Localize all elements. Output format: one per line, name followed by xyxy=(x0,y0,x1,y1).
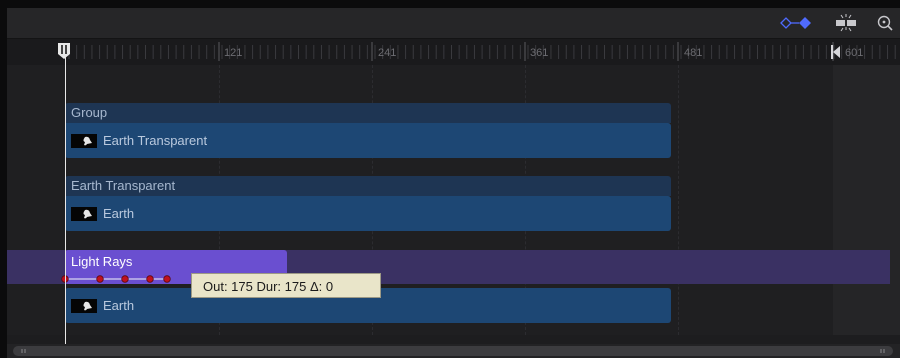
earth-transparent-clip-label: Earth Transparent xyxy=(103,133,208,148)
gridline xyxy=(678,65,679,335)
earth-transparent-track-header[interactable]: Earth Transparent xyxy=(65,176,671,196)
earth-transparent-clip[interactable]: Earth Transparent xyxy=(65,123,671,158)
trim-tooltip-text: Out: 175 Dur: 175 Δ: 0 xyxy=(203,279,334,294)
earth-clip-label: Earth xyxy=(103,298,135,313)
keyframe-marker[interactable] xyxy=(96,275,104,283)
trim-tooltip: Out: 175 Dur: 175 Δ: 0 xyxy=(191,273,381,298)
timeline-panel: 121 241 361 481 601 Group Earth Transpar… xyxy=(7,8,900,358)
earth-clip-nested[interactable]: Earth xyxy=(65,196,671,231)
keyframe-curve-icon[interactable] xyxy=(779,14,813,32)
scrollbar-thumb[interactable] xyxy=(13,346,893,356)
ruler-ticks xyxy=(68,42,896,61)
earth-thumbnail-icon xyxy=(71,298,97,313)
ruler-label-601: 601 xyxy=(845,47,864,59)
group-track-title: Group xyxy=(71,105,108,120)
keyframe-marker[interactable] xyxy=(146,275,154,283)
earth-thumbnail-icon xyxy=(71,133,97,148)
play-range-out-icon[interactable] xyxy=(830,45,842,64)
group-track-header[interactable]: Group xyxy=(65,103,671,123)
scroll-grip-icon xyxy=(21,349,885,353)
earth-transparent-track-title: Earth Transparent xyxy=(71,178,176,193)
light-rays-clip-title: Light Rays xyxy=(71,254,133,269)
light-rays-keyframes xyxy=(61,275,171,283)
out-of-range-area xyxy=(833,65,900,335)
earth-clip-nested-label: Earth xyxy=(103,206,135,221)
zoom-icon[interactable] xyxy=(876,14,894,32)
snapping-icon[interactable] xyxy=(835,14,857,32)
time-ruler[interactable]: 121 241 361 481 601 xyxy=(7,39,900,65)
keyframe-marker[interactable] xyxy=(121,275,129,283)
playhead-icon[interactable] xyxy=(57,42,71,65)
timeline-tracks: Group Earth Transparent Earth Transparen… xyxy=(7,65,900,335)
ruler-label-361: 361 xyxy=(530,47,549,59)
timeline-toolbar xyxy=(7,8,900,39)
keyframe-marker[interactable] xyxy=(163,275,171,283)
ruler-label-481: 481 xyxy=(684,47,703,59)
ruler-label-121: 121 xyxy=(224,47,243,59)
ruler-label-241: 241 xyxy=(378,47,397,59)
earth-thumbnail-icon xyxy=(71,206,97,221)
playhead-line[interactable] xyxy=(65,56,66,346)
